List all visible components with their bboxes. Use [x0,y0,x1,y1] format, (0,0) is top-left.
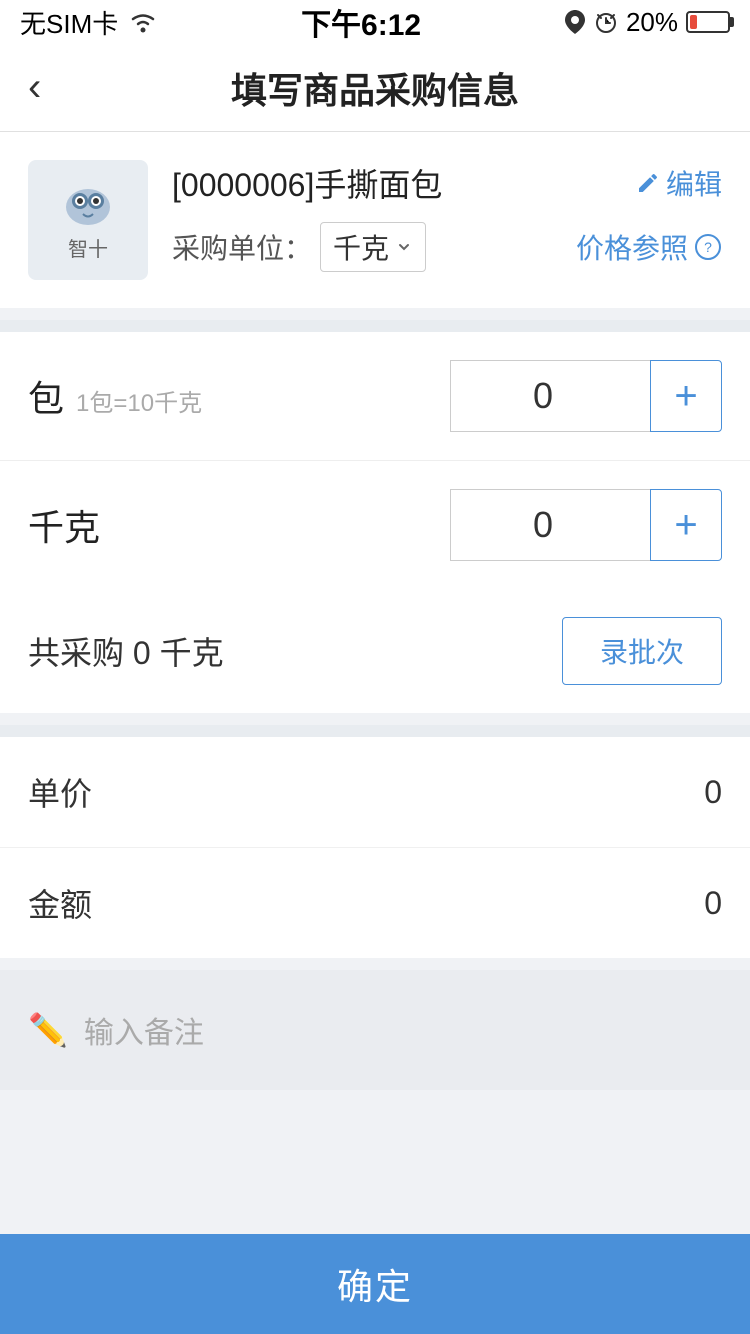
unit-label: 采购单位： [172,227,312,267]
notes-placeholder: 输入备注 [84,1008,204,1052]
unit-price-value: 0 [704,774,722,811]
price-section: 单价 0 金额 0 [0,737,750,958]
product-card: 智十 [0000006]手撕面包 编辑 采购单位： 千克 [0,132,750,308]
total-label: 共采购 0 千克 [28,628,224,674]
kg-plus-button[interactable]: + [650,489,722,561]
section-divider-2 [0,725,750,737]
status-right: 20% [564,7,730,38]
kg-input[interactable] [450,489,650,561]
kg-input-row: 千克 + [0,461,750,589]
unit-value: 千克 [333,227,389,267]
alarm-icon [594,10,618,34]
amount-row: 金额 0 [0,848,750,958]
edit-button[interactable]: 编辑 [636,163,722,203]
price-ref-button[interactable]: 价格参照 ? [576,227,722,267]
bao-input-row: 包 1包=10千克 + [0,332,750,461]
product-logo [58,179,118,229]
input-section: 包 1包=10千克 + 千克 + [0,332,750,589]
bao-label: 包 [28,370,64,422]
bao-input[interactable] [450,360,650,432]
unit-price-label: 单价 [28,769,92,815]
unit-price-row: 单价 0 [0,737,750,848]
status-time: 下午6:12 [301,0,421,44]
total-section: 共采购 0 千克 录批次 [0,589,750,713]
brand-label: 智十 [68,233,108,262]
confirm-button[interactable]: 确定 [0,1234,750,1334]
product-name: [0000006]手撕面包 [172,160,442,206]
svg-text:?: ? [704,239,712,255]
notes-section[interactable]: ✏️ 输入备注 [0,970,750,1090]
section-divider-1 [0,320,750,332]
bao-sub-label: 1包=10千克 [76,383,202,418]
battery-icon [686,11,730,33]
kg-label: 千克 [28,499,100,551]
pencil-icon: ✏️ [28,1011,68,1049]
amount-value: 0 [704,885,722,922]
info-icon: ? [694,233,722,261]
product-image: 智十 [28,160,148,280]
kg-input-control: + [450,489,722,561]
back-button[interactable]: ‹ [28,65,41,110]
chevron-down-icon [395,238,413,256]
bao-input-control: + [450,360,722,432]
bao-plus-button[interactable]: + [650,360,722,432]
amount-label: 金额 [28,880,92,926]
unit-select[interactable]: 千克 [320,222,426,272]
carrier-label: 无SIM卡 [20,4,118,41]
status-left: 无SIM卡 [20,4,158,41]
page-title: 填写商品采购信息 [231,62,519,114]
nav-bar: ‹ 填写商品采购信息 [0,44,750,132]
location-icon [564,9,586,35]
batch-button[interactable]: 录批次 [562,617,722,685]
edit-icon [636,171,660,195]
status-bar: 无SIM卡 下午6:12 20% [0,0,750,44]
battery-percent: 20% [626,7,678,38]
product-info: [0000006]手撕面包 编辑 采购单位： 千克 [172,160,722,272]
wifi-icon [128,11,158,33]
